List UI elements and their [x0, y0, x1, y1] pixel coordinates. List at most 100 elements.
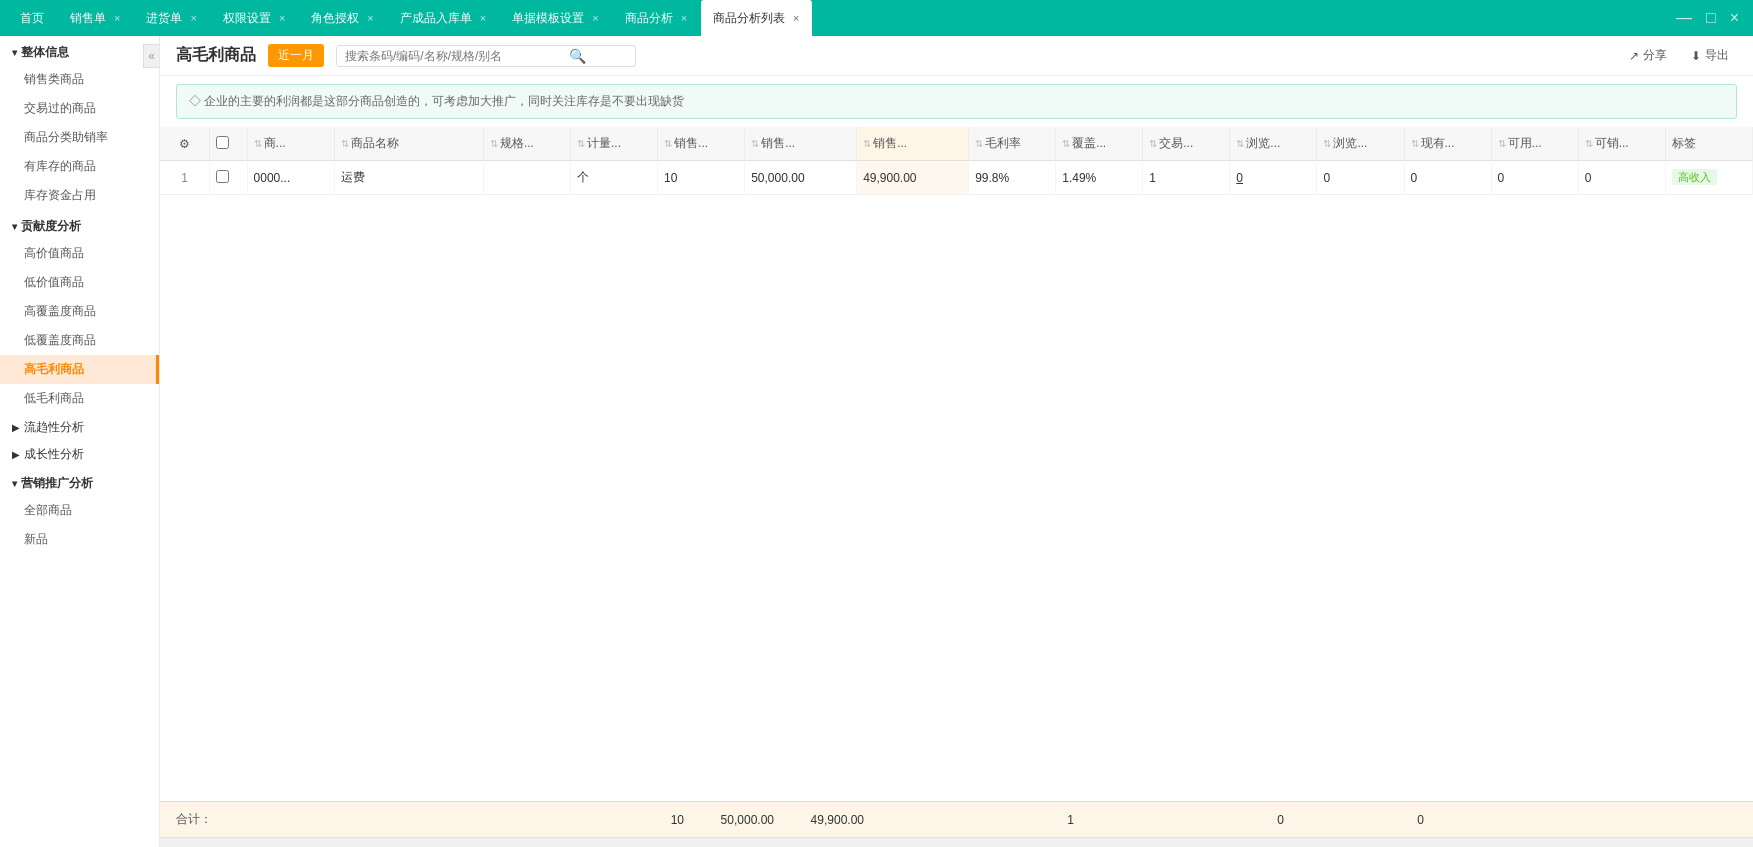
table-container[interactable]: ⚙ ⇅商... ⇅商品名称 ⇅规格... — [160, 127, 1753, 801]
cell-tag: 高收入 — [1665, 161, 1752, 195]
sidebar-item-category-assist-rate[interactable]: 商品分类助销率 — [0, 123, 159, 152]
col-name[interactable]: ⇅商品名称 — [334, 127, 483, 161]
cell-spec — [483, 161, 570, 195]
sidebar-group-marketing[interactable]: ▾ 营销推广分析 — [0, 467, 159, 496]
col-code[interactable]: ⇅商... — [247, 127, 334, 161]
col-sales-qty[interactable]: ⇅销售... — [658, 127, 745, 161]
col-transaction[interactable]: ⇅交易... — [1143, 127, 1230, 161]
window-maximize[interactable]: □ — [1700, 9, 1722, 27]
search-input[interactable] — [345, 49, 565, 63]
footer-sales-amount: 50,000.00 — [690, 813, 780, 827]
sidebar-item-high-value[interactable]: 高价值商品 — [0, 239, 159, 268]
sidebar-item-low-margin[interactable]: 低毛利商品 — [0, 384, 159, 413]
col-coverage[interactable]: ⇅覆盖... — [1056, 127, 1143, 161]
nav-close-purchase-order[interactable]: × — [190, 12, 196, 24]
sort-icon7: ⇅ — [863, 138, 871, 149]
sort-icon15: ⇅ — [1585, 138, 1593, 149]
footer-transaction: 1 — [1010, 813, 1080, 827]
footer-total: 合计： 10 50,000.00 49,900.00 1 0 0 — [160, 801, 1753, 837]
cell-name: 运费 — [334, 161, 483, 195]
nav-product-inbound[interactable]: 产成品入库单 × — [388, 0, 498, 36]
sidebar-item-low-coverage[interactable]: 低覆盖度商品 — [0, 326, 159, 355]
nav-close-sales-order[interactable]: × — [114, 12, 120, 24]
col-sales-profit[interactable]: ⇅销售... — [857, 127, 969, 161]
cell-browse1[interactable]: 0 — [1230, 161, 1317, 195]
sidebar-group-contribution[interactable]: ▾ 贡献度分析 — [0, 210, 159, 239]
col-browse2[interactable]: ⇅浏览... — [1317, 127, 1404, 161]
settings-icon[interactable]: ⚙ — [179, 137, 190, 151]
nav-product-analysis-list[interactable]: 商品分析列表 × — [701, 0, 811, 36]
col-spec[interactable]: ⇅规格... — [483, 127, 570, 161]
col-browse1[interactable]: ⇅浏览... — [1230, 127, 1317, 161]
sort-icon6: ⇅ — [751, 138, 759, 149]
search-icon[interactable]: 🔍 — [569, 48, 586, 64]
sidebar-group-growth[interactable]: ▶ 成长性分析 — [0, 440, 159, 467]
browse1-link[interactable]: 0 — [1236, 171, 1243, 185]
row-checkbox[interactable] — [216, 170, 229, 183]
sidebar-item-all-goods[interactable]: 全部商品 — [0, 496, 159, 525]
nav-home[interactable]: 首页 — [8, 0, 56, 36]
sort-icon13: ⇅ — [1411, 138, 1419, 149]
share-button[interactable]: ↗ 分享 — [1621, 44, 1675, 67]
sort-icon4: ⇅ — [577, 138, 585, 149]
sidebar-item-high-coverage[interactable]: 高覆盖度商品 — [0, 297, 159, 326]
sidebar-item-high-margin[interactable]: 高毛利商品 — [0, 355, 159, 384]
arrow-down-icon2: ▾ — [12, 221, 17, 232]
nav-sales-order[interactable]: 销售单 × — [58, 0, 132, 36]
header-actions: ↗ 分享 ⬇ 导出 — [1621, 44, 1737, 67]
arrow-down-icon: ▾ — [12, 47, 17, 58]
nav-template-settings[interactable]: 单据模板设置 × — [500, 0, 610, 36]
sidebar-item-stock-capital[interactable]: 库存资金占用 — [0, 181, 159, 210]
time-filter-button[interactable]: 近一月 — [268, 44, 324, 67]
nav-role-auth[interactable]: 角色授权 × — [299, 0, 385, 36]
nav-close-template-settings[interactable]: × — [592, 12, 598, 24]
col-profit-rate[interactable]: ⇅毛利率 — [969, 127, 1056, 161]
col-current-stock[interactable]: ⇅现有... — [1404, 127, 1491, 161]
col-unit[interactable]: ⇅计量... — [571, 127, 658, 161]
arrow-right-icon2: ▶ — [12, 449, 20, 460]
window-minimize[interactable]: — — [1670, 9, 1698, 27]
sidebar-group-trend[interactable]: ▶ 流趋性分析 — [0, 413, 159, 440]
sidebar-collapse-btn[interactable]: « — [143, 44, 159, 68]
sidebar-item-traded-goods[interactable]: 交易过的商品 — [0, 94, 159, 123]
page-title: 高毛利商品 — [176, 45, 256, 66]
col-checkbox — [210, 127, 247, 161]
sidebar-item-low-value[interactable]: 低价值商品 — [0, 268, 159, 297]
sidebar-item-new-goods[interactable]: 新品 — [0, 525, 159, 554]
cell-available-stock: 0 — [1491, 161, 1578, 195]
footer-current-stock: 0 — [1220, 813, 1290, 827]
cell-sales-profit: 49,900.00 — [857, 161, 969, 195]
sort-icon3: ⇅ — [490, 138, 498, 149]
col-available-stock[interactable]: ⇅可用... — [1491, 127, 1578, 161]
col-saleable-stock[interactable]: ⇅可销... — [1578, 127, 1665, 161]
sort-icon10: ⇅ — [1149, 138, 1157, 149]
nav-product-analysis[interactable]: 商品分析 × — [613, 0, 699, 36]
export-icon: ⬇ — [1691, 49, 1701, 63]
nav-permission-settings[interactable]: 权限设置 × — [211, 0, 297, 36]
footer-sales-qty: 10 — [620, 813, 690, 827]
nav-purchase-order[interactable]: 进货单 × — [134, 0, 208, 36]
horizontal-scrollbar[interactable] — [160, 837, 1753, 847]
cell-checkbox[interactable] — [210, 161, 247, 195]
nav-close-permission-settings[interactable]: × — [279, 12, 285, 24]
col-index: ⚙ — [160, 127, 210, 161]
arrow-down-icon3: ▾ — [12, 478, 17, 489]
sort-icon11: ⇅ — [1236, 138, 1244, 149]
sidebar-group-overall[interactable]: ▾ 整体信息 — [0, 36, 159, 65]
main-layout: « ▾ 整体信息 销售类商品 交易过的商品 商品分类助销率 有库存的商品 库存资… — [0, 36, 1753, 847]
select-all-checkbox[interactable] — [216, 136, 229, 149]
sort-icon2: ⇅ — [341, 138, 349, 149]
sidebar-item-sales-goods[interactable]: 销售类商品 — [0, 65, 159, 94]
cell-saleable-stock: 0 — [1578, 161, 1665, 195]
nav-close-product-analysis[interactable]: × — [681, 12, 687, 24]
nav-close-product-analysis-list[interactable]: × — [793, 12, 799, 24]
export-button[interactable]: ⬇ 导出 — [1683, 44, 1737, 67]
cell-sales-amount: 50,000.00 — [745, 161, 857, 195]
nav-close-product-inbound[interactable]: × — [480, 12, 486, 24]
footer-label: 合计： — [176, 811, 212, 828]
sidebar-item-in-stock-goods[interactable]: 有库存的商品 — [0, 152, 159, 181]
col-sales-amount[interactable]: ⇅销售... — [745, 127, 857, 161]
window-close[interactable]: × — [1724, 9, 1745, 27]
share-icon: ↗ — [1629, 49, 1639, 63]
nav-close-role-auth[interactable]: × — [367, 12, 373, 24]
